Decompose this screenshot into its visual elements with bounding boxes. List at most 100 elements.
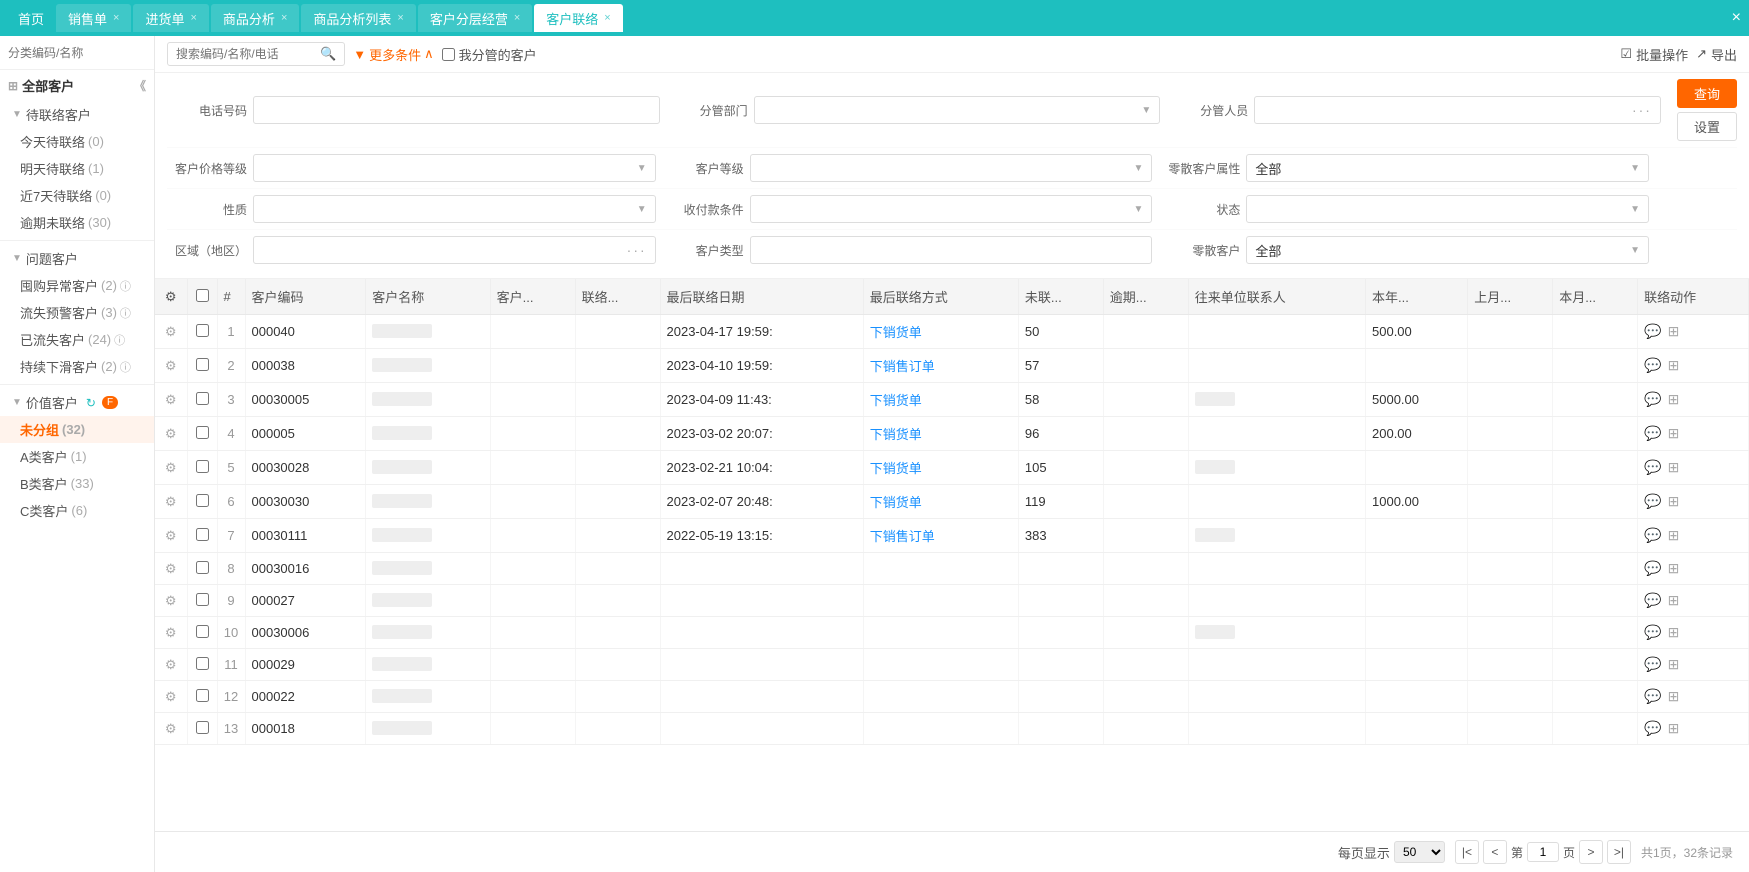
price-tier-select[interactable]: ▼ <box>253 154 656 182</box>
close-tab-customer-contact[interactable]: × <box>604 12 610 24</box>
sidebar-pending-group[interactable]: ▼ 待联络客户 <box>0 101 154 128</box>
grid-action-icon[interactable]: ⊞ <box>1668 656 1680 673</box>
message-icon[interactable]: 💬 <box>1644 688 1661 705</box>
sidebar-problem-group[interactable]: ▼ 问题客户 <box>0 245 154 272</box>
tab-customer-tier[interactable]: 客户分层经营 × <box>418 4 532 32</box>
tab-customer-contact[interactable]: 客户联络 × <box>534 4 622 32</box>
phone-input[interactable] <box>253 96 660 124</box>
close-tab-sales[interactable]: × <box>113 12 119 24</box>
row-checkbox[interactable] <box>196 689 209 702</box>
message-icon[interactable]: 💬 <box>1644 656 1661 673</box>
sidebar-score-group[interactable]: ▼ 价值客户 ↻ F <box>0 389 154 416</box>
message-icon[interactable]: 💬 <box>1644 459 1661 476</box>
settings-icon[interactable]: ⚙ <box>165 593 177 608</box>
grid-action-icon[interactable]: ⊞ <box>1668 688 1680 705</box>
search-input[interactable] <box>176 47 316 61</box>
last-method-link[interactable]: 下销货单 <box>870 393 922 408</box>
tab-sales[interactable]: 销售单 × <box>56 4 131 32</box>
message-icon[interactable]: 💬 <box>1644 624 1661 641</box>
sidebar-item-7day-pending[interactable]: 近7天待联络 (0) <box>0 182 154 209</box>
dept-select[interactable]: ▼ <box>754 96 1161 124</box>
settings-icon[interactable]: ⚙ <box>165 494 177 509</box>
settings-icon[interactable]: ⚙ <box>165 657 177 672</box>
row-checkbox[interactable] <box>196 593 209 606</box>
last-method-link[interactable]: 下销货单 <box>870 427 922 442</box>
page-input[interactable] <box>1527 842 1559 862</box>
settings-icon[interactable]: ⚙ <box>165 528 177 543</box>
my-customers-check[interactable] <box>442 48 455 61</box>
grid-action-icon[interactable]: ⊞ <box>1668 323 1680 340</box>
row-checkbox[interactable] <box>196 528 209 541</box>
message-icon[interactable]: 💬 <box>1644 391 1661 408</box>
message-icon[interactable]: 💬 <box>1644 357 1661 374</box>
sidebar-item-b-class[interactable]: B类客户 (33) <box>0 470 154 497</box>
grid-action-icon[interactable]: ⊞ <box>1668 624 1680 641</box>
more-conditions-btn[interactable]: ▼ 更多条件 ∧ <box>353 45 433 64</box>
grid-action-icon[interactable]: ⊞ <box>1668 459 1680 476</box>
row-checkbox[interactable] <box>196 392 209 405</box>
export-btn[interactable]: ↗ 导出 <box>1696 45 1737 64</box>
manager-input[interactable]: ··· <box>1254 96 1661 124</box>
grid-action-icon[interactable]: ⊞ <box>1668 592 1680 609</box>
last-method-link[interactable]: 下销售订单 <box>870 529 935 544</box>
retail-attr-select[interactable]: 全部 ▼ <box>1246 154 1649 182</box>
page-next-btn[interactable]: > <box>1579 840 1603 864</box>
settings-icon[interactable]: ⚙ <box>165 689 177 704</box>
search-icon[interactable]: 🔍 <box>320 46 336 62</box>
tab-product-analysis-list[interactable]: 商品分析列表 × <box>301 4 415 32</box>
page-prev-btn[interactable]: < <box>1483 840 1507 864</box>
row-checkbox[interactable] <box>196 561 209 574</box>
row-checkbox[interactable] <box>196 494 209 507</box>
sidebar-item-ungrouped[interactable]: 未分组 (32) <box>0 416 154 443</box>
settings-icon[interactable]: ⚙ <box>165 426 177 441</box>
my-customers-checkbox[interactable]: 我分管的客户 <box>442 45 537 64</box>
close-tab-purchase[interactable]: × <box>190 12 196 24</box>
grid-action-icon[interactable]: ⊞ <box>1668 391 1680 408</box>
row-checkbox[interactable] <box>196 460 209 473</box>
sidebar-item-overdue-pending[interactable]: 逾期未联络 (30) <box>0 209 154 236</box>
sidebar-item-today-pending[interactable]: 今天待联络 (0) <box>0 128 154 155</box>
sidebar-all-customers[interactable]: ⊞ 全部客户 《 <box>0 70 154 101</box>
last-method-link[interactable]: 下销售订单 <box>870 359 935 374</box>
payment-select[interactable]: ▼ <box>750 195 1153 223</box>
customer-tier-select[interactable]: ▼ <box>750 154 1153 182</box>
settings-icon[interactable]: ⚙ <box>165 561 177 576</box>
reset-button[interactable]: 设置 <box>1677 112 1737 141</box>
message-icon[interactable]: 💬 <box>1644 323 1661 340</box>
sidebar-item-churn-warning[interactable]: 流失预警客户 (3) ⓘ <box>0 299 154 326</box>
message-icon[interactable]: 💬 <box>1644 592 1661 609</box>
status-select[interactable]: ▼ <box>1246 195 1649 223</box>
col-settings[interactable]: ⚙ <box>155 279 187 315</box>
customer-type-input[interactable] <box>750 236 1153 264</box>
grid-action-icon[interactable]: ⊞ <box>1668 560 1680 577</box>
last-method-link[interactable]: 下销货单 <box>870 495 922 510</box>
grid-action-icon[interactable]: ⊞ <box>1668 527 1680 544</box>
message-icon[interactable]: 💬 <box>1644 425 1661 442</box>
retail-select[interactable]: 全部 ▼ <box>1246 236 1649 264</box>
settings-icon[interactable]: ⚙ <box>165 625 177 640</box>
tab-product-analysis[interactable]: 商品分析 × <box>211 4 299 32</box>
message-icon[interactable]: 💬 <box>1644 720 1661 737</box>
batch-ops-btn[interactable]: ☑ 批量操作 <box>1620 45 1688 64</box>
row-checkbox[interactable] <box>196 324 209 337</box>
last-method-link[interactable]: 下销货单 <box>870 325 922 340</box>
settings-icon[interactable]: ⚙ <box>165 358 177 373</box>
close-tab-product-analysis[interactable]: × <box>281 12 287 24</box>
per-page-select[interactable]: 50 100 200 <box>1394 841 1445 863</box>
row-checkbox[interactable] <box>196 358 209 371</box>
page-first-btn[interactable]: |< <box>1455 840 1479 864</box>
sidebar-item-c-class[interactable]: C类客户 (6) <box>0 497 154 524</box>
grid-action-icon[interactable]: ⊞ <box>1668 493 1680 510</box>
message-icon[interactable]: 💬 <box>1644 560 1661 577</box>
row-checkbox[interactable] <box>196 657 209 670</box>
row-checkbox[interactable] <box>196 721 209 734</box>
settings-icon[interactable]: ⚙ <box>165 324 177 339</box>
message-icon[interactable]: 💬 <box>1644 527 1661 544</box>
row-checkbox[interactable] <box>196 426 209 439</box>
grid-action-icon[interactable]: ⊞ <box>1668 425 1680 442</box>
sidebar-item-abnormal[interactable]: 囤购异常客户 (2) ⓘ <box>0 272 154 299</box>
grid-action-icon[interactable]: ⊞ <box>1668 357 1680 374</box>
settings-icon[interactable]: ⚙ <box>165 392 177 407</box>
nature-select[interactable]: ▼ <box>253 195 656 223</box>
row-checkbox[interactable] <box>196 625 209 638</box>
